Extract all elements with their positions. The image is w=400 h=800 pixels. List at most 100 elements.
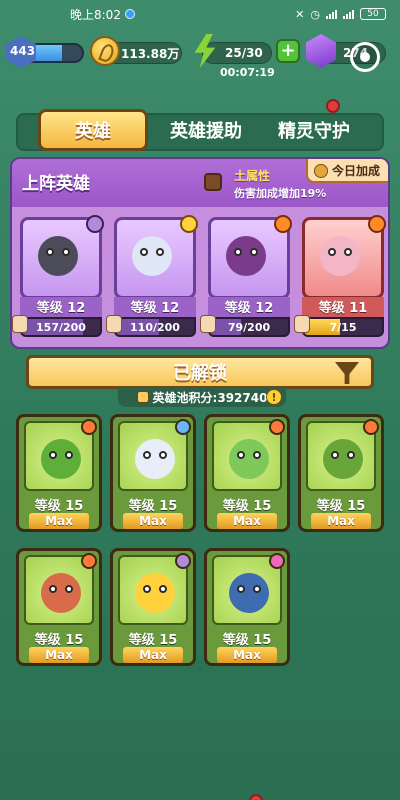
hero-face — [41, 439, 81, 479]
status-time: 晚上8:02 — [70, 7, 121, 22]
lineup-hero-card[interactable]: 等级 12 79/200 — [200, 215, 292, 339]
info-icon[interactable]: ! — [266, 389, 282, 405]
element-badge-icon — [269, 553, 285, 569]
gold-amount: 113.88万 — [121, 46, 180, 61]
hero-level: 等级 15 — [128, 633, 178, 648]
element-badge-icon — [175, 419, 191, 435]
hero-level: 等级 15 — [222, 499, 272, 514]
hero-pool-score: 英雄池积分:392740 — [118, 387, 286, 407]
hero-face — [135, 439, 175, 479]
filter-icon[interactable] — [335, 362, 359, 384]
unlocked-hero-card[interactable]: 等级 15 Max — [16, 414, 102, 532]
hero-shard-progress: 7/15 — [302, 317, 384, 337]
pool-score-text: 英雄池积分:392740 — [152, 390, 268, 405]
lineup-cards: 等级 12 157/200 等级 12 110/200 等级 12 79/200… — [12, 215, 386, 339]
hero-face — [229, 573, 269, 613]
element-name: 土属性 — [234, 169, 271, 183]
hero-level: 等级 12 — [20, 297, 102, 317]
hero-level: 等级 11 — [302, 297, 384, 317]
hero-level: 等级 12 — [208, 297, 290, 317]
unlocked-title: 已解锁 — [173, 363, 227, 384]
unlocked-hero-card[interactable]: 等级 15 Max — [204, 414, 290, 532]
element-badge-icon — [363, 419, 379, 435]
energy-counter[interactable]: 25/30 — [202, 42, 272, 64]
signal-icon-2 — [343, 9, 354, 19]
hero-level: 等级 15 — [128, 499, 178, 514]
hero-max-label: Max — [29, 513, 89, 529]
element-badge-icon — [86, 215, 104, 233]
hero-face — [132, 236, 172, 276]
tab-spirit-guard-label: 精灵守护 — [278, 121, 350, 142]
lineup-title: 上阵英雄 — [22, 174, 90, 194]
energy-timer: 00:07:19 — [220, 66, 275, 79]
element-badge-icon — [274, 215, 292, 233]
today-bonus-button[interactable]: 今日加成 — [305, 159, 388, 183]
unlocked-hero-card[interactable]: 等级 15 Max — [16, 548, 102, 666]
hero-level: 等级 15 — [316, 499, 366, 514]
hero-level: 等级 15 — [222, 633, 272, 648]
progress-text: 7/15 — [329, 320, 357, 334]
hero-face — [38, 236, 78, 276]
element-badge-icon — [81, 419, 97, 435]
progress-text: 110/200 — [130, 320, 180, 334]
player-level: 443 — [10, 44, 36, 58]
element-badge-icon — [175, 553, 191, 569]
notification-dot — [249, 794, 263, 800]
gold-coin-icon — [90, 36, 120, 66]
energy-amount: 25/30 — [225, 46, 263, 60]
lineup-header: 上阵英雄 土属性 伤害加成增加19% 今日加成 — [12, 159, 388, 207]
hero-max-label: Max — [29, 647, 89, 663]
pool-score-icon — [136, 391, 149, 403]
alarm-icon: ◷ — [310, 7, 320, 21]
hero-face — [135, 573, 175, 613]
tab-hero-assist[interactable]: 英雄援助 — [156, 109, 256, 151]
status-bar: 晚上8:02 ✕ ◷ 50 — [0, 0, 400, 28]
hero-shard-progress: 110/200 — [114, 317, 196, 337]
mute-icon: ✕ — [295, 7, 305, 21]
shard-icon — [106, 315, 122, 333]
record-button[interactable] — [350, 42, 380, 72]
hero-face — [229, 439, 269, 479]
tab-heroes[interactable]: 英雄 — [38, 109, 148, 151]
element-bonus-desc: 伤害加成增加19% — [234, 187, 327, 200]
notification-dot — [326, 99, 340, 113]
hero-face — [226, 236, 266, 276]
tab-hero-assist-label: 英雄援助 — [170, 121, 242, 142]
element-badge-icon — [269, 419, 285, 435]
unlocked-hero-card[interactable]: 等级 15 Max — [298, 414, 384, 532]
resource-bar: 443 113.88万 25/30 00:07:19 + 274 — [6, 34, 394, 79]
hero-max-label: Max — [311, 513, 371, 529]
unlocked-hero-card[interactable]: 等级 15 Max — [204, 548, 290, 666]
element-badge-icon — [368, 215, 386, 233]
upload-indicator-icon — [124, 9, 135, 19]
earth-element-icon — [204, 173, 222, 191]
tab-spirit-guard[interactable]: 精灵守护 — [264, 99, 364, 151]
progress-text: 157/200 — [36, 320, 86, 334]
unlocked-hero-card[interactable]: 等级 15 Max — [110, 548, 196, 666]
hero-face — [41, 573, 81, 613]
unlocked-hero-card[interactable]: 等级 15 Max — [110, 414, 196, 532]
today-bonus-label: 今日加成 — [331, 163, 380, 178]
unlocked-banner: 已解锁 — [26, 355, 374, 389]
lineup-hero-card[interactable]: 等级 12 157/200 — [12, 215, 104, 339]
hero-level: 等级 15 — [34, 499, 84, 514]
lineup-panel: 上阵英雄 土属性 伤害加成增加19% 今日加成 等级 12 157/200 等级… — [10, 157, 390, 349]
shard-icon — [12, 315, 28, 333]
hero-max-label: Max — [123, 513, 183, 529]
hero-max-label: Max — [217, 647, 277, 663]
hero-face — [320, 236, 360, 276]
signal-icon-1 — [326, 9, 337, 19]
shard-icon — [200, 315, 216, 333]
element-badge-icon — [180, 215, 198, 233]
hero-tabs: 英雄 英雄援助 精灵守护 — [16, 99, 384, 151]
hero-shard-progress: 79/200 — [208, 317, 290, 337]
hero-max-label: Max — [123, 647, 183, 663]
add-energy-button[interactable]: + — [276, 39, 300, 63]
lineup-hero-card[interactable]: 等级 12 110/200 — [106, 215, 198, 339]
lineup-hero-card[interactable]: 等级 11 7/15 — [294, 215, 386, 339]
hero-shard-progress: 157/200 — [20, 317, 102, 337]
hero-max-label: Max — [217, 513, 277, 529]
hero-face — [323, 439, 363, 479]
progress-text: 79/200 — [227, 320, 271, 334]
hero-level: 等级 12 — [114, 297, 196, 317]
